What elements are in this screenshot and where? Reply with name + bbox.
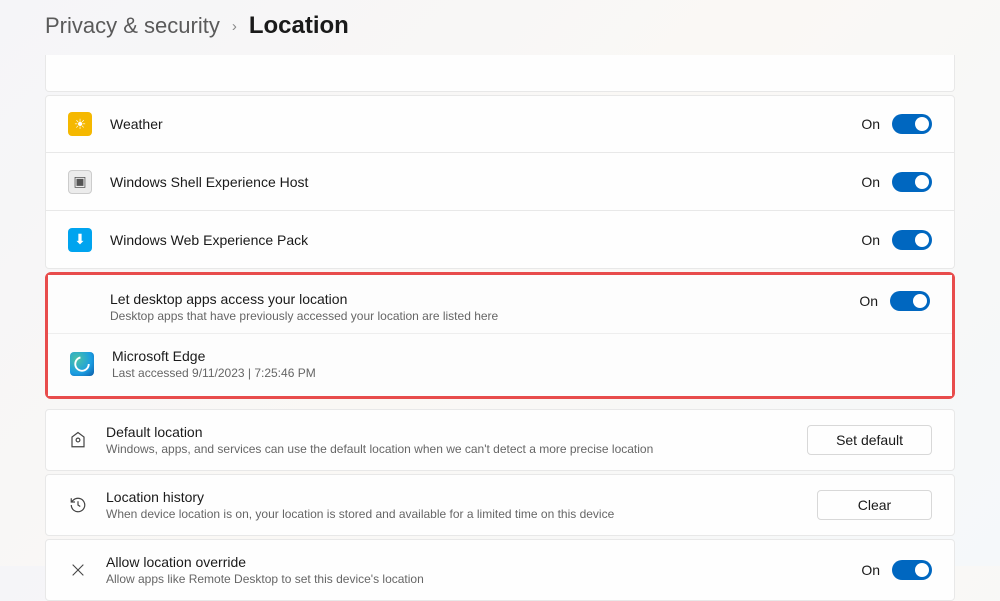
toggle-switch[interactable] [892, 230, 932, 250]
setting-title: Default location [106, 424, 807, 440]
app-permission-row[interactable]: ▣ Windows Shell Experience Host On [45, 153, 955, 211]
setting-title: Allow location override [106, 554, 861, 570]
app-permission-row[interactable]: ⬇ Windows Web Experience Pack On [45, 211, 955, 269]
breadcrumb-parent[interactable]: Privacy & security [45, 13, 220, 39]
override-icon [68, 562, 88, 578]
toggle-switch[interactable] [892, 560, 932, 580]
desktop-apps-section-highlight: Let desktop apps access your location De… [45, 272, 955, 399]
setting-subtitle: Allow apps like Remote Desktop to set th… [106, 572, 861, 586]
toggle-state: On [861, 232, 880, 248]
toggle-state: On [859, 293, 878, 309]
toggle-switch[interactable] [890, 291, 930, 311]
toggle-state: On [861, 174, 880, 190]
location-history-row: Location history When device location is… [45, 474, 955, 536]
setting-subtitle: Windows, apps, and services can use the … [106, 442, 807, 456]
web-experience-icon: ⬇ [68, 228, 92, 252]
desktop-app-meta: Last accessed 9/11/2023 | 7:25:46 PM [112, 366, 930, 380]
setting-title: Location history [106, 489, 817, 505]
section-title: Let desktop apps access your location [110, 291, 859, 307]
section-subtitle: Desktop apps that have previously access… [110, 309, 859, 323]
default-location-row: Default location Windows, apps, and serv… [45, 409, 955, 471]
app-permission-row[interactable]: ☀ Weather On [45, 95, 955, 153]
shell-icon: ▣ [68, 170, 92, 194]
weather-icon: ☀ [68, 112, 92, 136]
toggle-state: On [861, 116, 880, 132]
app-name: Windows Shell Experience Host [110, 174, 861, 190]
desktop-apps-header-row[interactable]: Let desktop apps access your location De… [48, 275, 952, 333]
app-name: Windows Web Experience Pack [110, 232, 861, 248]
clear-button[interactable]: Clear [817, 490, 932, 520]
toggle-state: On [861, 562, 880, 578]
location-override-row: Allow location override Allow apps like … [45, 539, 955, 601]
toggle-switch[interactable] [892, 172, 932, 192]
setting-subtitle: When device location is on, your locatio… [106, 507, 817, 521]
app-name: Weather [110, 116, 861, 132]
history-icon [68, 496, 88, 514]
list-item-cutoff [45, 55, 955, 92]
chevron-right-icon: › [232, 18, 237, 35]
page-title: Location [249, 12, 349, 40]
desktop-app-item: Microsoft Edge Last accessed 9/11/2023 |… [48, 333, 952, 396]
edge-icon [70, 352, 94, 376]
set-default-button[interactable]: Set default [807, 425, 932, 455]
desktop-app-name: Microsoft Edge [112, 348, 930, 364]
map-pin-icon [68, 431, 88, 449]
breadcrumb: Privacy & security › Location [0, 0, 1000, 58]
toggle-switch[interactable] [892, 114, 932, 134]
